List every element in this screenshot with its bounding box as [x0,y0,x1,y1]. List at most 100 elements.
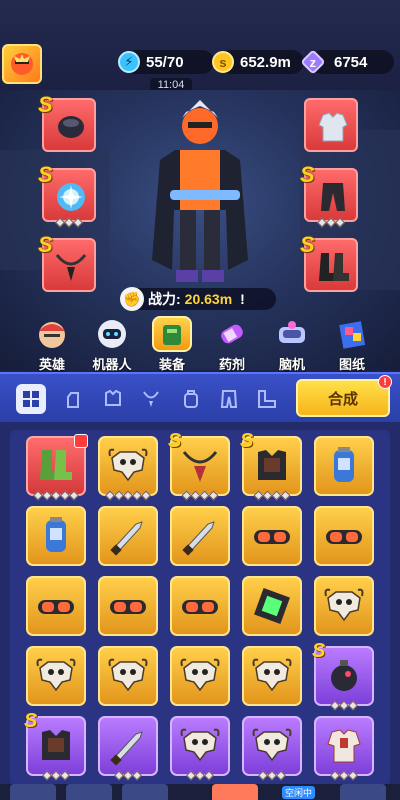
inventory-item-armor[interactable]: S [24,710,86,781]
potion-icon [212,316,252,352]
inventory-item-goggles[interactable] [170,576,230,636]
backpack-icon [184,390,198,408]
tab-blueprint[interactable]: 图纸 [326,316,378,373]
equip-slot-orb[interactable]: S [38,162,96,228]
inventory-item-skull[interactable] [170,646,230,706]
gold-coin-icon: s [212,51,234,73]
filter-armor[interactable] [98,384,128,414]
inventory-item-canister[interactable] [26,506,86,566]
filter-backpack[interactable] [176,384,206,414]
star-dots [258,770,286,781]
inventory-item-goggles[interactable] [314,506,374,566]
inventory-item-goggles[interactable] [98,576,158,636]
player-avatar[interactable] [2,44,42,84]
hero-icon [32,316,72,352]
tab-equipment[interactable]: 装备 [146,316,198,373]
inventory-item-boots[interactable] [26,434,88,501]
combat-power-display: ✊ 战力: 20.63m ! [120,287,276,311]
star-dots [253,490,291,501]
orb-icon [57,183,85,211]
tab-potion[interactable]: 药剂 [206,316,258,373]
gold-counter[interactable]: s 652.9m [212,50,304,74]
filter-pants[interactable] [214,384,244,414]
inventory-item-skull[interactable] [26,646,86,706]
bottom-nav-item[interactable] [122,784,168,800]
tab-potion-label: 药剂 [218,357,245,372]
boots-icon [258,390,276,408]
bottom-nav-item[interactable] [340,784,386,800]
brain-machine-icon [272,316,312,352]
tab-brain-machine-label: 脑机 [278,357,305,372]
armor-icon [105,389,121,406]
inventory-item-goggles[interactable] [242,506,302,566]
lock-badge-icon [74,434,88,448]
power-label: 战力: [148,291,181,307]
inventory-item-skull[interactable] [170,716,230,781]
equip-slot-jacket[interactable] [304,98,358,152]
tab-robot-label: 机器人 [92,357,132,372]
inventory-item-canister[interactable] [314,436,374,496]
star-dots [317,217,345,228]
robot-icon [92,316,132,352]
inventory-item-bomb[interactable]: S [312,640,374,711]
category-nav: 英雄 机器人 装备 药剂 脑机 图纸 [0,316,400,372]
filter-gloves[interactable] [58,384,88,414]
power-info-button[interactable]: ! [240,291,245,307]
star-dots [114,770,142,781]
pants-icon [220,390,238,408]
filter-all[interactable] [16,384,46,414]
tab-hero[interactable]: 英雄 [26,316,78,373]
energy-counter[interactable]: ⚡ 55/70 [118,50,214,74]
tab-equipment-label: 装备 [158,357,185,372]
gloves-icon [67,392,79,408]
tab-brain-machine[interactable]: 脑机 [266,316,318,373]
idle-status-label: 空闲中 [282,786,316,799]
hero-character[interactable] [130,90,270,290]
star-dots [330,770,358,781]
equip-slot-pants[interactable]: S [300,162,358,228]
star-dots [42,770,70,781]
gem-counter[interactable]: z 6754 [300,49,394,75]
filter-boots[interactable] [252,384,282,414]
fist-icon: ✊ [120,287,144,311]
inventory-item-jacket[interactable] [314,716,374,781]
inventory-item-chip[interactable] [242,576,302,636]
inventory-item-skull[interactable] [98,436,158,501]
equip-slot-necklace[interactable]: S [38,232,96,292]
equip-slot-backpack[interactable]: S [38,92,96,152]
jacket-icon [318,112,348,142]
equipment-icon [152,316,192,352]
inventory-item-skull[interactable] [242,716,302,781]
inventory-item-knife[interactable] [98,716,158,781]
tab-hero-label: 英雄 [38,357,65,372]
equipment-filter-bar: 合成 ! [0,372,400,422]
bottom-nav-item-active[interactable] [212,784,258,800]
necklace-icon [55,254,87,281]
inventory-item-knife[interactable] [98,506,158,566]
star-dots [105,490,151,501]
backpack-icon [58,116,84,138]
pants-icon [321,183,345,211]
bottom-nav-item[interactable] [66,784,112,800]
inventory-item-necklace[interactable]: S [168,430,230,501]
tab-robot[interactable]: 机器人 [86,316,138,373]
equip-slot-boots[interactable]: S [300,232,358,292]
inventory-item-skull[interactable] [242,646,302,706]
star-dots [55,217,83,228]
gem-value: 6754 [334,53,368,71]
gem-icon: z [300,49,326,75]
inventory-item-skull[interactable] [98,646,158,706]
synthesize-button[interactable]: 合成 ! [296,375,392,417]
top-bar: ⚡ 55/70 s 652.9m z 6754 11:04 [0,0,400,92]
bottom-nav: 空闲中 [0,784,400,800]
inventory-item-armor[interactable]: S [240,430,302,501]
synthesize-alert-badge: ! [378,375,392,389]
inventory-item-goggles[interactable] [26,576,86,636]
star-dots [330,700,358,711]
inventory-item-knife[interactable] [170,506,230,566]
energy-bolt-icon: ⚡ [118,51,140,73]
inventory-item-skull[interactable] [314,576,374,636]
tab-blueprint-label: 图纸 [338,357,365,372]
filter-necklace[interactable] [136,384,166,414]
bottom-nav-item[interactable] [10,784,56,800]
